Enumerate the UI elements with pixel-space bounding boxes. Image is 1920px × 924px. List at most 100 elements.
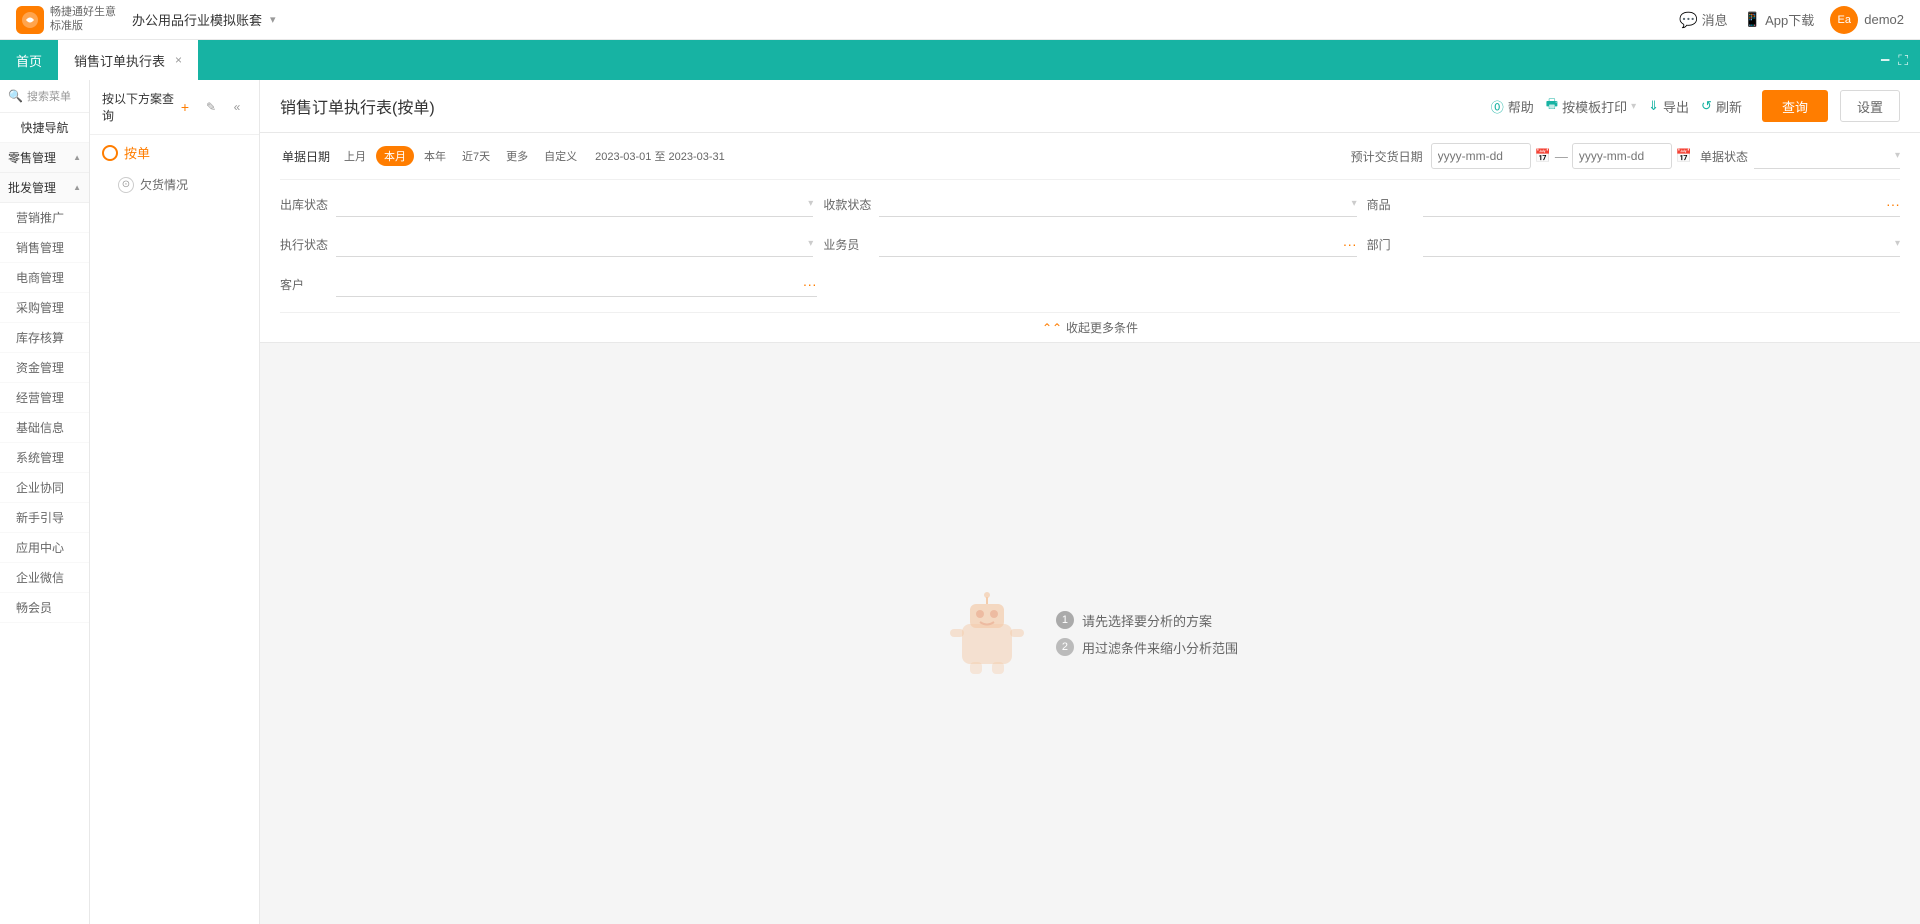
search-icon: 🔍 — [8, 89, 23, 103]
sidebar-item-newbie[interactable]: 新手引导 — [0, 503, 89, 533]
expected-date-end-input[interactable] — [1572, 143, 1672, 169]
sidebar-item-inventory[interactable]: 库存核算 — [0, 323, 89, 353]
collection-status-input[interactable]: ▾ — [879, 191, 1356, 217]
sidebar-item-finance[interactable]: 资金管理 — [0, 353, 89, 383]
exec-status-input[interactable]: ▾ — [336, 231, 813, 257]
refresh-btn[interactable]: ↺ 刷新 — [1701, 97, 1742, 116]
user-area[interactable]: Ea demo2 — [1830, 6, 1904, 34]
sidebar-item-app-center[interactable]: 应用中心 — [0, 533, 89, 563]
help-btn[interactable]: ⓪ 帮助 — [1491, 97, 1534, 116]
tab-maximize-icon[interactable]: ⛶ — [1898, 52, 1908, 69]
doc-status-select[interactable]: ▾ — [1754, 143, 1900, 169]
date-separator: — — [1555, 149, 1568, 164]
tab-right-actions: 🗕 ⛶ — [1880, 48, 1920, 72]
sidebar-item-ecommerce[interactable]: 电商管理 — [0, 263, 89, 293]
query-button[interactable]: 查询 — [1762, 90, 1828, 122]
collection-status-field: 收款状态 ▾ — [823, 188, 1356, 220]
template-print-btn[interactable]: 🖶 按模板打印 ▾ — [1546, 95, 1636, 117]
date-filter-row: 单据日期 上月 本月 本年 近7天 更多 自定义 2023-03-01 至 20… — [280, 143, 1900, 180]
sidebar-search[interactable]: 🔍 搜索菜单 — [0, 80, 89, 113]
app-title-dropdown-icon[interactable]: ▾ — [270, 13, 276, 26]
expected-date-label: 预计交货日期 — [1351, 148, 1423, 165]
delivery-status-label: 出库状态 — [280, 196, 330, 213]
tab-close-icon[interactable]: × — [175, 53, 182, 67]
sidebar-item-basic-info[interactable]: 基础信息 — [0, 413, 89, 443]
doc-status-dropdown-icon: ▾ — [1895, 150, 1900, 161]
collapse-panel-btn[interactable]: « — [227, 97, 247, 117]
filter-panel-header: 按以下方案查询 + ✎ « — [90, 80, 259, 135]
filter-area: 单据日期 上月 本月 本年 近7天 更多 自定义 2023-03-01 至 20… — [260, 133, 1920, 343]
current-year-btn[interactable]: 本年 — [418, 146, 452, 166]
tip-number-1: 1 — [1056, 611, 1074, 629]
filter-scheme-item-shortage[interactable]: ⊙ 欠货情况 — [90, 170, 259, 199]
settings-button[interactable]: 设置 — [1840, 90, 1900, 122]
exec-status-field: 执行状态 ▾ — [280, 228, 813, 260]
logo-area: 畅捷通好生意 标准版 — [16, 6, 116, 34]
expected-date-start-input[interactable] — [1431, 143, 1531, 169]
salesperson-more-icon[interactable]: ··· — [1343, 236, 1357, 252]
sidebar-item-member[interactable]: 畅会员 — [0, 593, 89, 623]
sidebar-item-marketing[interactable]: 营销推广 — [0, 203, 89, 233]
prev-month-btn[interactable]: 上月 — [338, 146, 372, 166]
date-filter-label: 单据日期 — [280, 148, 330, 165]
edit-scheme-btn[interactable]: ✎ — [201, 97, 221, 117]
tab-home[interactable]: 首页 — [0, 40, 58, 80]
export-icon: ⇓ — [1648, 98, 1659, 114]
empty-tips: 1 请先选择要分析的方案 2 用过滤条件来缩小分析范围 — [1056, 611, 1238, 657]
filter-row-3: 执行状态 ▾ 业务员 ··· 部门 — [280, 228, 1900, 268]
message-btn[interactable]: 💬 消息 — [1679, 10, 1728, 29]
calendar-start-icon[interactable]: 📅 — [1535, 148, 1551, 164]
logo-icon — [16, 6, 44, 34]
customer-more-icon[interactable]: ··· — [803, 276, 817, 292]
sidebar-item-management[interactable]: 经营管理 — [0, 383, 89, 413]
sidebar-item-quick-nav[interactable]: 快捷导航 — [0, 113, 89, 143]
dept-field: 部门 ▾ — [1367, 228, 1900, 260]
filter-panel-actions: + ✎ « — [175, 97, 247, 117]
customer-input[interactable]: ··· — [336, 271, 817, 297]
sidebar-item-sales[interactable]: 销售管理 — [0, 233, 89, 263]
app-download-icon: 📱 — [1744, 11, 1761, 28]
dept-label: 部门 — [1367, 236, 1417, 253]
current-month-btn[interactable]: 本月 — [376, 146, 414, 166]
message-icon: 💬 — [1679, 11, 1698, 29]
sidebar-item-wholesale[interactable]: 批发管理 ▲ — [0, 173, 89, 203]
goods-input[interactable]: ··· — [1423, 191, 1900, 217]
doc-status-label: 单据状态 — [1700, 148, 1748, 165]
goods-more-icon[interactable]: ··· — [1886, 196, 1900, 212]
filter-scheme-item-order[interactable]: 按单 — [90, 135, 259, 170]
main-panel: 销售订单执行表(按单) ⓪ 帮助 🖶 按模板打印 ▾ ⇓ 导出 — [260, 80, 1920, 924]
date-quick-btns: 上月 本月 本年 近7天 更多 自定义 — [338, 146, 583, 166]
dept-input[interactable]: ▾ — [1423, 231, 1900, 257]
header-left: 畅捷通好生意 标准版 办公用品行业模拟账套 ▾ — [16, 6, 276, 34]
collection-status-label: 收款状态 — [823, 196, 873, 213]
goods-label: 商品 — [1367, 196, 1417, 213]
expected-date-section: 预计交货日期 📅 — 📅 — [733, 143, 1692, 169]
empty-state-content: 1 请先选择要分析的方案 2 用过滤条件来缩小分析范围 — [942, 589, 1238, 679]
calendar-end-icon[interactable]: 📅 — [1676, 148, 1692, 164]
avatar: Ea — [1830, 6, 1858, 34]
sidebar-item-collab[interactable]: 企业协同 — [0, 473, 89, 503]
retail-collapse-icon: ▲ — [73, 153, 81, 162]
more-date-btn[interactable]: 更多 — [500, 146, 534, 166]
top-header: 畅捷通好生意 标准版 办公用品行业模拟账套 ▾ 💬 消息 📱 App下载 Ea … — [0, 0, 1920, 40]
refresh-icon: ↺ — [1701, 98, 1712, 114]
delivery-status-input[interactable]: ▾ — [336, 191, 813, 217]
delivery-status-field: 出库状态 ▾ — [280, 188, 813, 220]
custom-date-btn[interactable]: 自定义 — [538, 146, 583, 166]
sidebar-item-system[interactable]: 系统管理 — [0, 443, 89, 473]
sidebar-item-wechat[interactable]: 企业微信 — [0, 563, 89, 593]
collapse-conditions-btn[interactable]: ⌃⌃ 收起更多条件 — [280, 312, 1900, 342]
app-download-btn[interactable]: 📱 App下载 — [1744, 10, 1815, 29]
add-scheme-btn[interactable]: + — [175, 97, 195, 117]
print-icon: 🖶 — [1546, 95, 1558, 117]
salesperson-label: 业务员 — [823, 236, 873, 253]
tab-active[interactable]: 销售订单执行表 × — [58, 40, 198, 80]
salesperson-input[interactable]: ··· — [879, 231, 1356, 257]
sidebar-item-purchase[interactable]: 采购管理 — [0, 293, 89, 323]
tab-minimize-icon[interactable]: 🗕 — [1880, 48, 1890, 72]
export-btn[interactable]: ⇓ 导出 — [1648, 97, 1689, 116]
circle-icon: ⊙ — [118, 177, 134, 193]
radio-active-icon — [102, 145, 118, 161]
sidebar-item-retail[interactable]: 零售管理 ▲ — [0, 143, 89, 173]
recent7-btn[interactable]: 近7天 — [456, 146, 496, 166]
